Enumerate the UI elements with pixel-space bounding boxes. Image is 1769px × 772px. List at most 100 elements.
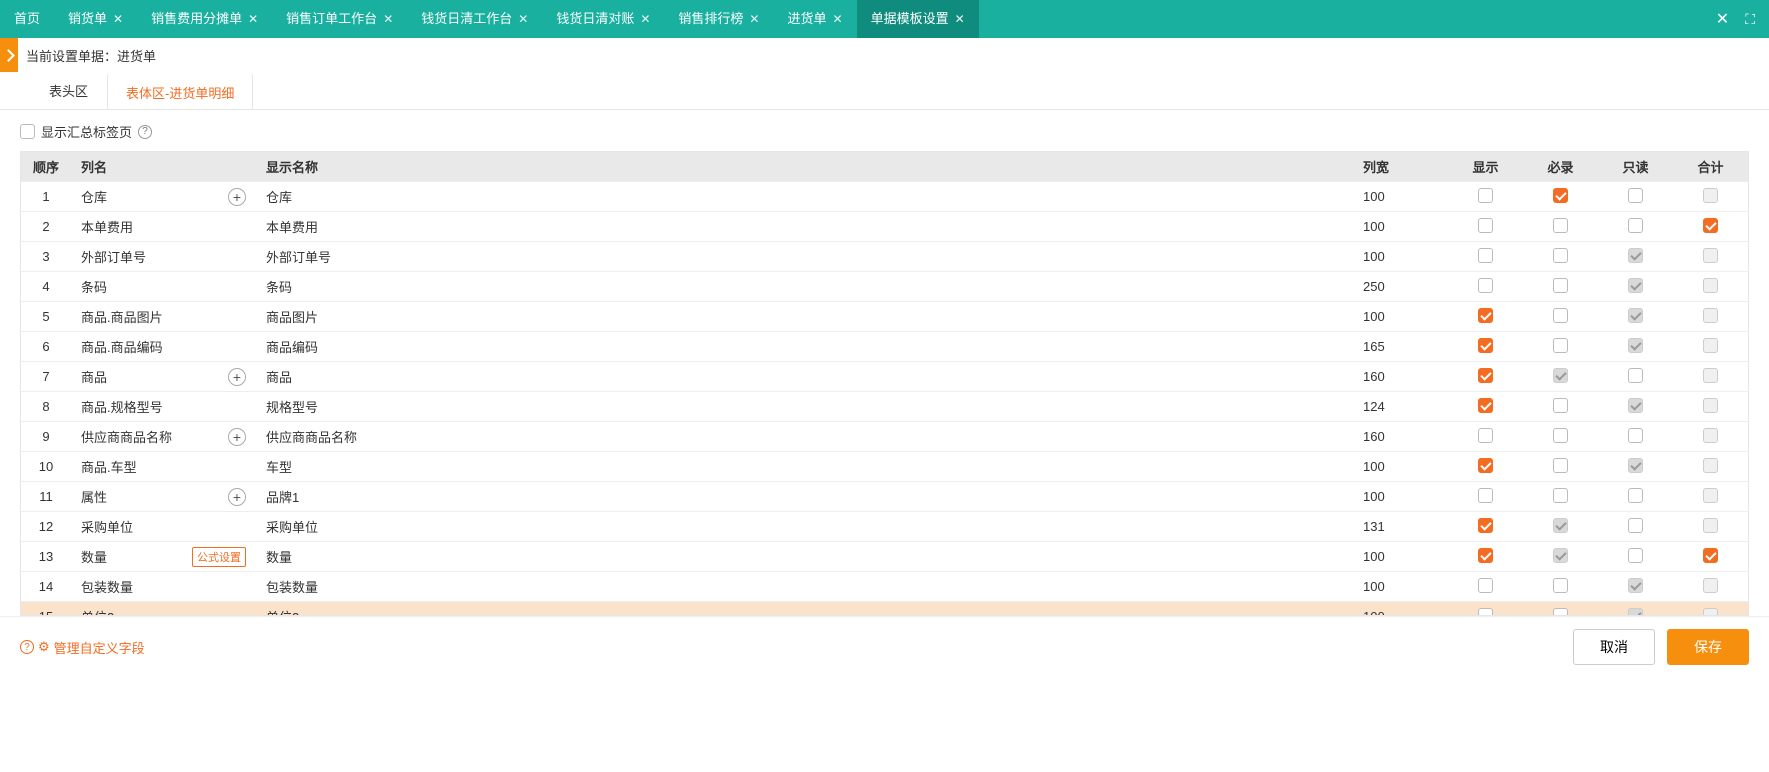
checkbox-required[interactable]: [1553, 218, 1568, 233]
help-icon[interactable]: ?: [138, 125, 152, 139]
top-tab[interactable]: 首页: [0, 0, 54, 38]
th-show: 显示: [1448, 153, 1523, 180]
checkbox-readonly[interactable]: [1628, 488, 1643, 503]
expand-handle-icon[interactable]: [0, 38, 18, 72]
cell-width: 160: [1353, 425, 1448, 448]
table-row[interactable]: 15单位2单位2100: [21, 602, 1748, 616]
table-row[interactable]: 10商品.车型车型100: [21, 452, 1748, 482]
gear-icon: ⚙: [38, 639, 50, 655]
checkbox-required[interactable]: [1553, 608, 1568, 617]
close-icon[interactable]: ✕: [383, 0, 393, 38]
checkbox-readonly[interactable]: [1628, 428, 1643, 443]
checkbox-required[interactable]: [1553, 458, 1568, 473]
checkbox-readonly: [1628, 458, 1643, 473]
table-row[interactable]: 7商品+商品160: [21, 362, 1748, 392]
checkbox-readonly[interactable]: [1628, 188, 1643, 203]
checkbox-required[interactable]: [1553, 578, 1568, 593]
close-icon[interactable]: ✕: [113, 0, 123, 38]
section-tab[interactable]: 表体区-进货单明细: [107, 73, 253, 111]
table-row[interactable]: 8商品.规格型号规格型号124: [21, 392, 1748, 422]
cell-seq: 13: [21, 545, 71, 568]
table-row[interactable]: 9供应商商品名称+供应商商品名称160: [21, 422, 1748, 452]
cell-display: 车型: [256, 453, 1353, 480]
checkbox-sum: [1703, 518, 1718, 533]
top-tab[interactable]: 销售费用分摊单✕: [137, 0, 272, 38]
formula-button[interactable]: 公式设置: [192, 547, 246, 567]
cell-name: 数量公式设置: [71, 543, 256, 571]
cell-name: 商品.商品图片: [71, 303, 256, 330]
close-icon[interactable]: ✕: [640, 0, 650, 38]
top-tab[interactable]: 进货单✕: [773, 0, 856, 38]
top-tab[interactable]: 销货单✕: [54, 0, 137, 38]
th-width: 列宽: [1353, 153, 1448, 180]
footer-help-icon[interactable]: ?: [20, 640, 34, 654]
checkbox-show[interactable]: [1478, 218, 1493, 233]
cell-width: 100: [1353, 215, 1448, 238]
close-icon[interactable]: ✕: [833, 0, 843, 38]
checkbox-readonly: [1628, 338, 1643, 353]
fullscreen-icon[interactable]: ⛶: [1745, 11, 1755, 28]
checkbox-required[interactable]: [1553, 488, 1568, 503]
top-tab[interactable]: 销售订单工作台✕: [272, 0, 407, 38]
summary-toggle-checkbox[interactable]: [20, 124, 35, 139]
checkbox-required[interactable]: [1553, 308, 1568, 323]
checkbox-show[interactable]: [1478, 338, 1493, 353]
checkbox-show[interactable]: [1478, 608, 1493, 617]
th-seq: 顺序: [21, 153, 71, 180]
cell-name: 供应商商品名称+: [71, 423, 256, 450]
checkbox-required[interactable]: [1553, 248, 1568, 263]
checkbox-show[interactable]: [1478, 458, 1493, 473]
table-row[interactable]: 13数量公式设置数量100: [21, 542, 1748, 572]
table-row[interactable]: 12采购单位采购单位131: [21, 512, 1748, 542]
checkbox-readonly[interactable]: [1628, 218, 1643, 233]
table-header: 顺序 列名 显示名称 列宽 显示 必录 只读 合计: [21, 152, 1748, 182]
checkbox-required[interactable]: [1553, 278, 1568, 293]
save-button[interactable]: 保存: [1667, 629, 1749, 665]
top-tab[interactable]: 销售排行榜✕: [664, 0, 773, 38]
checkbox-required[interactable]: [1553, 398, 1568, 413]
add-icon[interactable]: +: [228, 488, 246, 506]
checkbox-show[interactable]: [1478, 488, 1493, 503]
close-icon[interactable]: ✕: [518, 0, 528, 38]
checkbox-show[interactable]: [1478, 578, 1493, 593]
manage-custom-fields-link[interactable]: ? ⚙ 管理自定义字段: [20, 638, 145, 657]
table-row[interactable]: 6商品.商品编码商品编码165: [21, 332, 1748, 362]
close-icon[interactable]: ✕: [749, 0, 759, 38]
table-row[interactable]: 3外部订单号外部订单号100: [21, 242, 1748, 272]
checkbox-required[interactable]: [1553, 188, 1568, 203]
add-icon[interactable]: +: [228, 368, 246, 386]
add-icon[interactable]: +: [228, 188, 246, 206]
cancel-button[interactable]: 取消: [1573, 629, 1655, 665]
checkbox-sum: [1703, 458, 1718, 473]
checkbox-readonly[interactable]: [1628, 548, 1643, 563]
checkbox-required[interactable]: [1553, 338, 1568, 353]
checkbox-required[interactable]: [1553, 428, 1568, 443]
section-tab[interactable]: 表头区: [30, 72, 107, 110]
checkbox-sum[interactable]: [1703, 548, 1718, 563]
add-icon[interactable]: +: [228, 428, 246, 446]
checkbox-show[interactable]: [1478, 518, 1493, 533]
top-tab[interactable]: 钱货日清对账✕: [542, 0, 664, 38]
checkbox-show[interactable]: [1478, 398, 1493, 413]
checkbox-show[interactable]: [1478, 428, 1493, 443]
table-row[interactable]: 4条码条码250: [21, 272, 1748, 302]
top-tab[interactable]: 单据模板设置✕: [857, 0, 979, 38]
table-row[interactable]: 11属性+品牌1100: [21, 482, 1748, 512]
table-row[interactable]: 5商品.商品图片商品图片100: [21, 302, 1748, 332]
table-row[interactable]: 14包装数量包装数量100: [21, 572, 1748, 602]
checkbox-show[interactable]: [1478, 188, 1493, 203]
close-icon[interactable]: ✕: [955, 0, 965, 38]
checkbox-show[interactable]: [1478, 248, 1493, 263]
close-icon[interactable]: ✕: [248, 0, 258, 38]
checkbox-readonly[interactable]: [1628, 368, 1643, 383]
checkbox-show[interactable]: [1478, 308, 1493, 323]
checkbox-show[interactable]: [1478, 368, 1493, 383]
checkbox-sum[interactable]: [1703, 218, 1718, 233]
checkbox-readonly[interactable]: [1628, 518, 1643, 533]
table-row[interactable]: 2本单费用本单费用100: [21, 212, 1748, 242]
checkbox-show[interactable]: [1478, 278, 1493, 293]
close-tabs-icon[interactable]: ✕: [1716, 9, 1729, 29]
checkbox-show[interactable]: [1478, 548, 1493, 563]
table-row[interactable]: 1仓库+仓库100: [21, 182, 1748, 212]
top-tab[interactable]: 钱货日清工作台✕: [407, 0, 542, 38]
